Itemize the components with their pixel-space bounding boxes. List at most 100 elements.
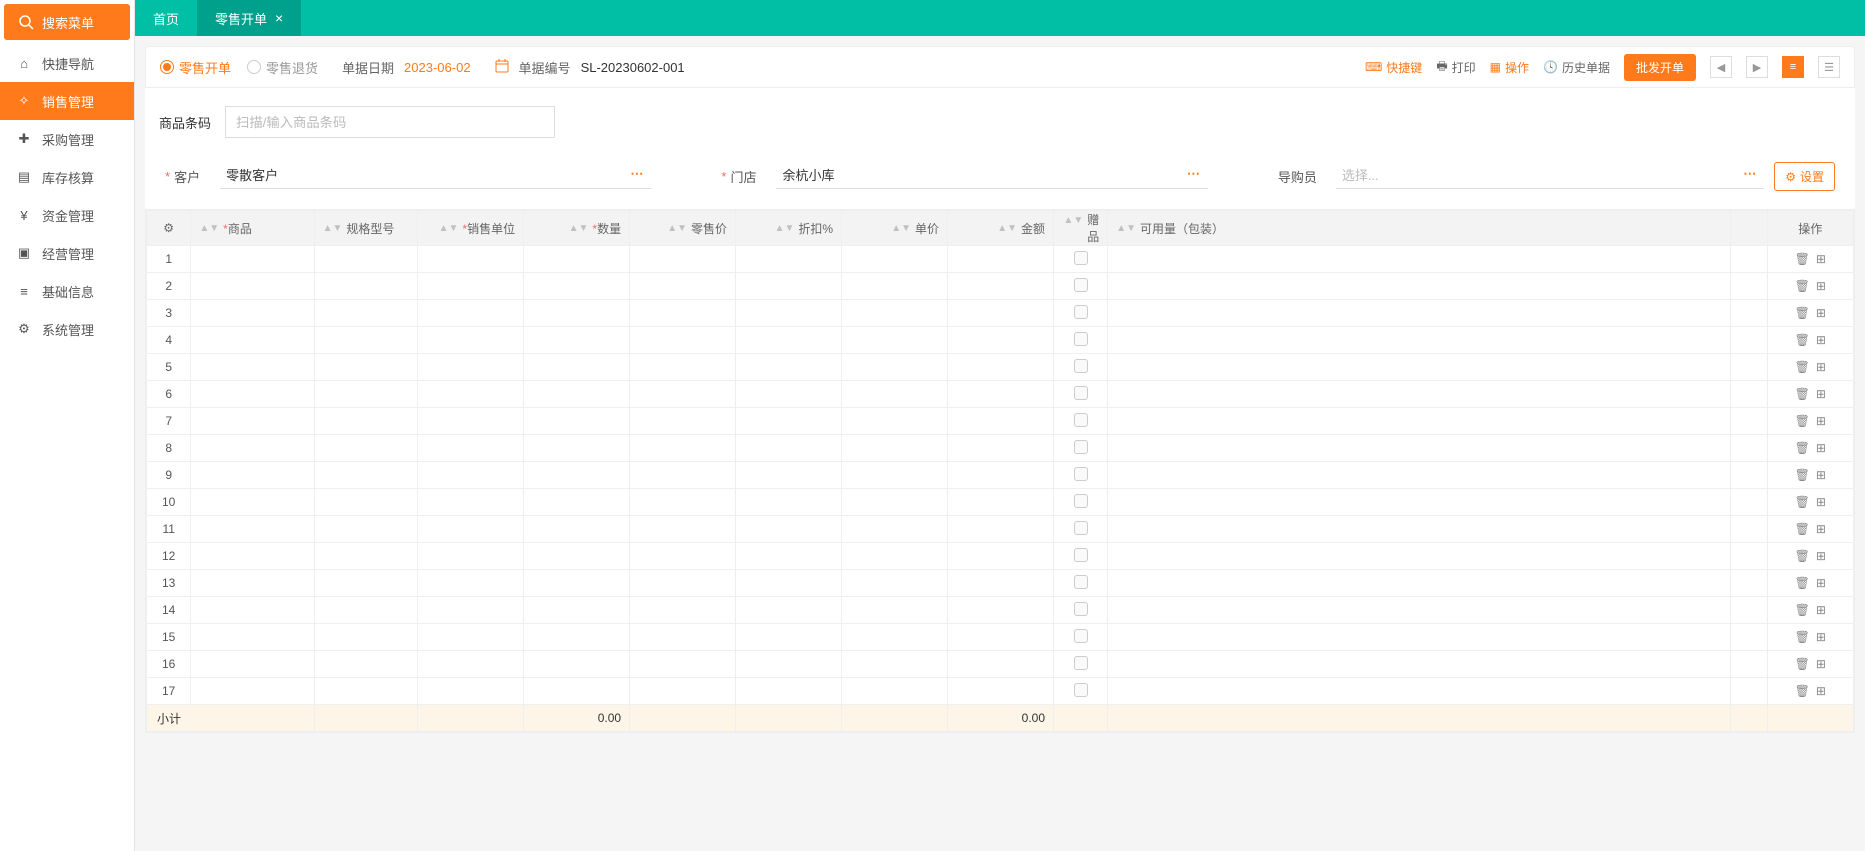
cell-qty[interactable] — [524, 381, 630, 408]
delete-icon[interactable]: 🗑 — [1795, 441, 1810, 455]
print-button[interactable]: 🖶 打印 — [1436, 57, 1475, 78]
cell-discount[interactable] — [736, 462, 842, 489]
sidebar-item-4[interactable]: ¥资金管理 — [0, 196, 134, 234]
cell-spec[interactable] — [314, 462, 418, 489]
cell-qty[interactable] — [524, 651, 630, 678]
cell-gift[interactable] — [1054, 651, 1108, 678]
add-row-icon[interactable]: ⊞ — [1816, 333, 1826, 347]
add-row-icon[interactable]: ⊞ — [1816, 252, 1826, 266]
cell-spec[interactable] — [314, 624, 418, 651]
table-row[interactable]: 2🗑⊞ — [147, 273, 1854, 300]
cell-unit[interactable] — [418, 408, 524, 435]
cell-gift[interactable] — [1054, 516, 1108, 543]
cell-qty[interactable] — [524, 246, 630, 273]
cell-unit-price[interactable] — [842, 327, 948, 354]
cell-unit[interactable] — [418, 651, 524, 678]
cell-product[interactable] — [191, 570, 314, 597]
cell-product[interactable] — [191, 462, 314, 489]
cell-qty[interactable] — [524, 435, 630, 462]
add-row-icon[interactable]: ⊞ — [1816, 441, 1826, 455]
cell-spec[interactable] — [314, 570, 418, 597]
cell-discount[interactable] — [736, 678, 842, 705]
cell-retail-price[interactable] — [630, 624, 736, 651]
cell-retail-price[interactable] — [630, 651, 736, 678]
delete-icon[interactable]: 🗑 — [1795, 549, 1810, 563]
list-view-button[interactable]: ≡ — [1782, 56, 1804, 78]
cell-spec[interactable] — [314, 381, 418, 408]
cell-retail-price[interactable] — [630, 246, 736, 273]
next-button[interactable]: ▶ — [1746, 56, 1768, 78]
checkbox-icon[interactable] — [1074, 359, 1088, 373]
cell-unit[interactable] — [418, 462, 524, 489]
checkbox-icon[interactable] — [1074, 467, 1088, 481]
delete-icon[interactable]: 🗑 — [1795, 333, 1810, 347]
cell-product[interactable] — [191, 651, 314, 678]
tree-view-button[interactable]: ☰ — [1818, 56, 1840, 78]
cell-unit-price[interactable] — [842, 273, 948, 300]
checkbox-icon[interactable] — [1074, 548, 1088, 562]
cell-amount[interactable] — [948, 246, 1054, 273]
cell-unit-price[interactable] — [842, 300, 948, 327]
sidebar-item-3[interactable]: ▤库存核算 — [0, 158, 134, 196]
cell-spec[interactable] — [314, 327, 418, 354]
col-product[interactable]: ▲▼*商品 — [191, 211, 314, 246]
cell-spec[interactable] — [314, 543, 418, 570]
cell-gift[interactable] — [1054, 327, 1108, 354]
cell-qty[interactable] — [524, 597, 630, 624]
cell-retail-price[interactable] — [630, 354, 736, 381]
cell-amount[interactable] — [948, 516, 1054, 543]
cell-amount[interactable] — [948, 435, 1054, 462]
delete-icon[interactable]: 🗑 — [1795, 414, 1810, 428]
cell-unit[interactable] — [418, 678, 524, 705]
cell-gift[interactable] — [1054, 435, 1108, 462]
batch-create-button[interactable]: 批发开单 — [1624, 54, 1696, 81]
cell-amount[interactable] — [948, 489, 1054, 516]
cell-unit[interactable] — [418, 273, 524, 300]
tab-1[interactable]: 零售开单× — [197, 0, 301, 36]
checkbox-icon[interactable] — [1074, 440, 1088, 454]
add-row-icon[interactable]: ⊞ — [1816, 576, 1826, 590]
col-unit-price[interactable]: ▲▼单价 — [842, 211, 948, 246]
add-row-icon[interactable]: ⊞ — [1816, 684, 1826, 698]
cell-amount[interactable] — [948, 543, 1054, 570]
checkbox-icon[interactable] — [1074, 575, 1088, 589]
cell-unit[interactable] — [418, 516, 524, 543]
cell-retail-price[interactable] — [630, 408, 736, 435]
cell-amount[interactable] — [948, 678, 1054, 705]
col-amount[interactable]: ▲▼金额 — [948, 211, 1054, 246]
cell-unit[interactable] — [418, 246, 524, 273]
shortcut-button[interactable]: ⌨ 快捷键 — [1365, 59, 1422, 76]
cell-spec[interactable] — [314, 489, 418, 516]
cell-retail-price[interactable] — [630, 435, 736, 462]
cell-unit[interactable] — [418, 300, 524, 327]
cell-discount[interactable] — [736, 435, 842, 462]
cell-gift[interactable] — [1054, 381, 1108, 408]
col-gear[interactable]: ⚙ — [147, 211, 191, 246]
search-menu-button[interactable]: 搜索菜单 — [4, 4, 130, 40]
sidebar-item-2[interactable]: ✚采购管理 — [0, 120, 134, 158]
cell-discount[interactable] — [736, 516, 842, 543]
table-row[interactable]: 12🗑⊞ — [147, 543, 1854, 570]
cell-spec[interactable] — [314, 408, 418, 435]
settings-button[interactable]: ⚙ 设置 — [1774, 162, 1835, 191]
cell-spec[interactable] — [314, 246, 418, 273]
cell-discount[interactable] — [736, 597, 842, 624]
store-select[interactable]: 余杭小库 ⋯ — [776, 165, 1207, 189]
add-row-icon[interactable]: ⊞ — [1816, 360, 1826, 374]
delete-icon[interactable]: 🗑 — [1795, 252, 1810, 266]
guide-select[interactable]: 选择... ⋯ — [1336, 165, 1764, 189]
calendar-icon[interactable] — [495, 59, 509, 76]
cell-unit-price[interactable] — [842, 570, 948, 597]
table-row[interactable]: 17🗑⊞ — [147, 678, 1854, 705]
delete-icon[interactable]: 🗑 — [1795, 603, 1810, 617]
add-row-icon[interactable]: ⊞ — [1816, 495, 1826, 509]
checkbox-icon[interactable] — [1074, 332, 1088, 346]
cell-amount[interactable] — [948, 300, 1054, 327]
table-row[interactable]: 5🗑⊞ — [147, 354, 1854, 381]
col-qty[interactable]: ▲▼*数量 — [524, 211, 630, 246]
table-row[interactable]: 9🗑⊞ — [147, 462, 1854, 489]
cell-product[interactable] — [191, 678, 314, 705]
radio-retail-create[interactable]: 零售开单 — [160, 58, 231, 77]
delete-icon[interactable]: 🗑 — [1795, 657, 1810, 671]
cell-unit-price[interactable] — [842, 435, 948, 462]
